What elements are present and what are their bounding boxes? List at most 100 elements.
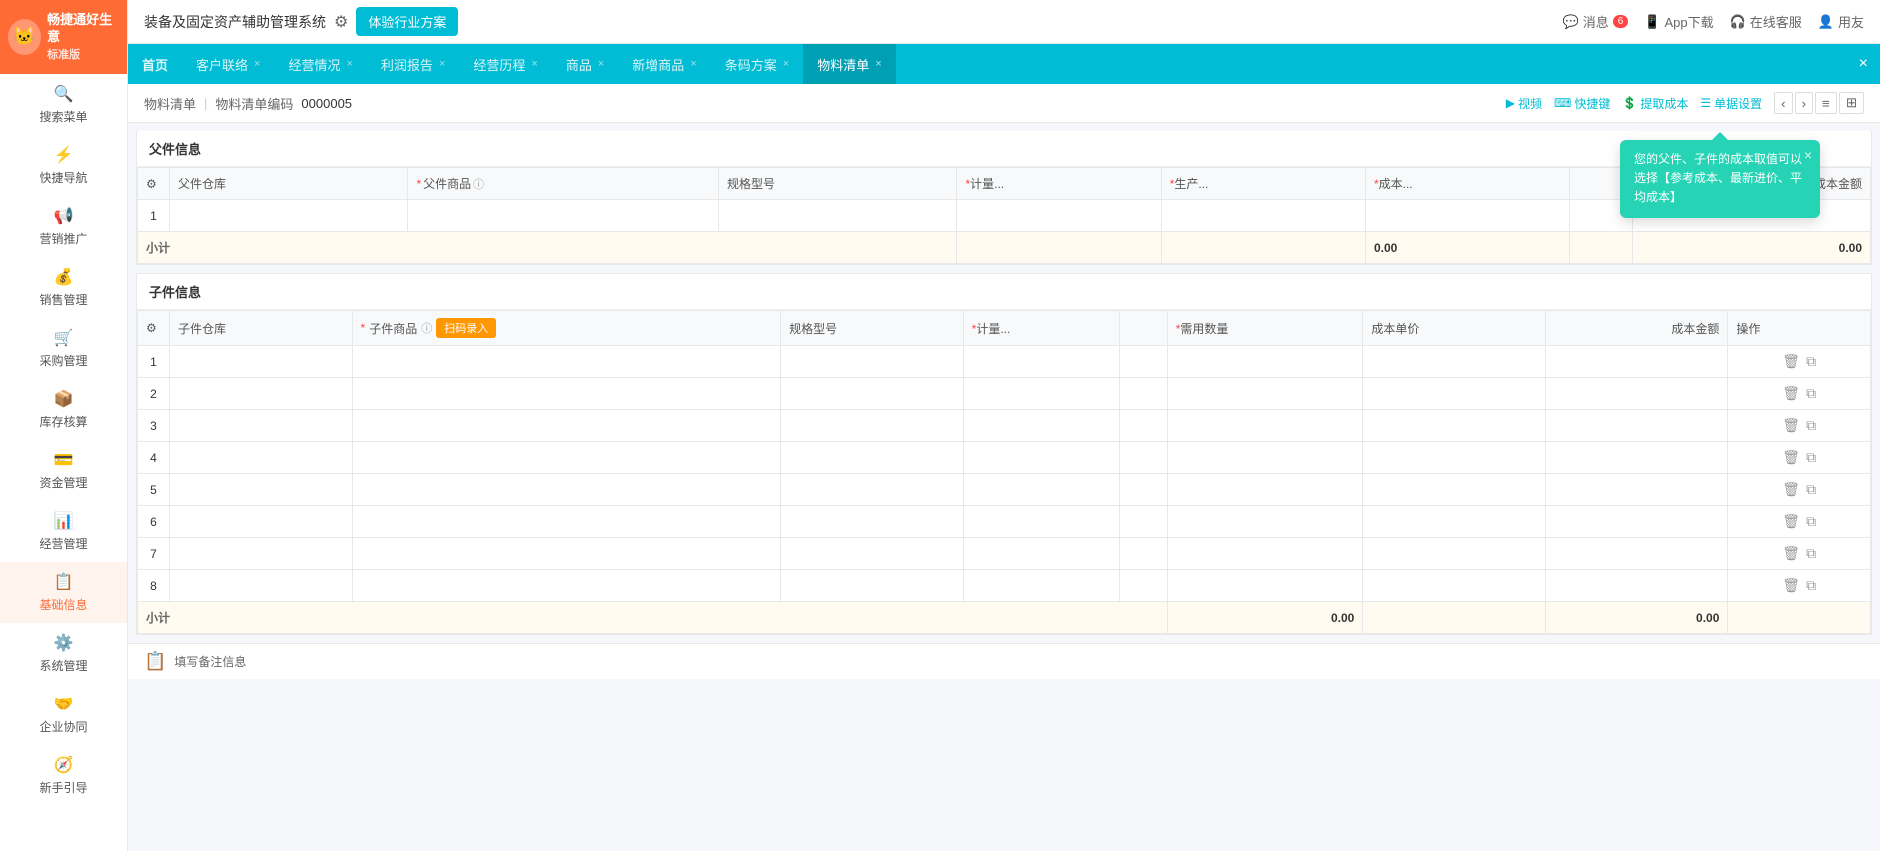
sidebar-item-sales[interactable]: 💰 销售管理	[0, 257, 127, 318]
tab-history[interactable]: 经营历程 ×	[459, 44, 551, 84]
tab-customer[interactable]: 客户联络 ×	[182, 44, 274, 84]
child-unit-cost-cell-5[interactable]	[1363, 474, 1546, 506]
child-needed-qty-cell-4[interactable]	[1167, 442, 1363, 474]
delete-icon-4[interactable]: 🗑	[1782, 449, 1800, 466]
child-spec-cell-8[interactable]	[781, 570, 964, 602]
child-product-cell-2[interactable]	[352, 378, 781, 410]
next-record-button[interactable]: ›	[1795, 92, 1813, 114]
child-product-cell-8[interactable]	[352, 570, 781, 602]
extract-cost-action[interactable]: 💲 提取成本	[1622, 95, 1688, 112]
tab-bom[interactable]: 物料清单 ×	[803, 44, 895, 84]
prev-record-button[interactable]: ‹	[1774, 92, 1792, 114]
user-avatar[interactable]: 👤 用友	[1818, 12, 1864, 31]
copy-icon-5[interactable]: ⧉	[1806, 481, 1816, 498]
copy-icon-7[interactable]: ⧉	[1806, 545, 1816, 562]
close-operation-tab[interactable]: ×	[346, 58, 352, 70]
copy-icon-8[interactable]: ⧉	[1806, 577, 1816, 594]
child-spec-cell-4[interactable]	[781, 442, 964, 474]
close-history-tab[interactable]: ×	[531, 58, 537, 70]
sidebar-item-quick-nav[interactable]: ⚡ 快捷导航	[0, 135, 127, 196]
child-product-cell-1[interactable]	[352, 346, 781, 378]
child-qty-cell-8[interactable]	[963, 570, 1119, 602]
child-spec-cell-1[interactable]	[781, 346, 964, 378]
close-bom-tab[interactable]: ×	[875, 58, 881, 70]
child-unit-cost-cell-2[interactable]	[1363, 378, 1546, 410]
tooltip-close-button[interactable]: ×	[1804, 144, 1812, 166]
child-needed-qty-cell-6[interactable]	[1167, 506, 1363, 538]
tab-new-goods[interactable]: 新增商品 ×	[618, 44, 710, 84]
close-profit-tab[interactable]: ×	[439, 58, 445, 70]
child-warehouse-cell-2[interactable]	[170, 378, 353, 410]
sidebar-item-enterprise[interactable]: 🤝 企业协同	[0, 684, 127, 745]
tab-barcode[interactable]: 条码方案 ×	[711, 44, 803, 84]
tab-goods[interactable]: 商品 ×	[552, 44, 618, 84]
copy-icon-6[interactable]: ⧉	[1806, 513, 1816, 530]
child-spec-cell-2[interactable]	[781, 378, 964, 410]
child-settings-col[interactable]: ⚙	[138, 311, 170, 346]
sidebar-item-operation[interactable]: 📊 经营管理	[0, 501, 127, 562]
parent-warehouse-cell[interactable]	[170, 200, 408, 232]
sidebar-item-marketing[interactable]: 📢 营销推广	[0, 196, 127, 257]
child-unit-cost-cell-1[interactable]	[1363, 346, 1546, 378]
settings-button[interactable]: ⚙	[334, 12, 348, 32]
info-icon[interactable]: ⓘ	[473, 176, 484, 192]
online-service-button[interactable]: 🎧 在线客服	[1730, 12, 1802, 31]
sidebar-item-inventory[interactable]: 📦 库存核算	[0, 379, 127, 440]
child-needed-qty-cell-1[interactable]	[1167, 346, 1363, 378]
sidebar-item-system[interactable]: ⚙️ 系统管理	[0, 623, 127, 684]
child-spec-cell-6[interactable]	[781, 506, 964, 538]
delete-icon-5[interactable]: 🗑	[1782, 481, 1800, 498]
child-spec-cell-5[interactable]	[781, 474, 964, 506]
close-barcode-tab[interactable]: ×	[783, 58, 789, 70]
child-unit-cost-cell-3[interactable]	[1363, 410, 1546, 442]
child-unit-cost-cell-4[interactable]	[1363, 442, 1546, 474]
child-qty-cell-5[interactable]	[963, 474, 1119, 506]
copy-icon-1[interactable]: ⧉	[1806, 353, 1816, 370]
child-unit-cost-cell-7[interactable]	[1363, 538, 1546, 570]
child-qty-cell-7[interactable]	[963, 538, 1119, 570]
experience-button[interactable]: 体验行业方案	[356, 7, 458, 36]
messages-button[interactable]: 💬 消息 6	[1563, 12, 1629, 31]
child-spec-cell-3[interactable]	[781, 410, 964, 442]
sidebar-item-purchase[interactable]: 🛒 采购管理	[0, 318, 127, 379]
child-warehouse-cell-3[interactable]	[170, 410, 353, 442]
child-needed-qty-cell-3[interactable]	[1167, 410, 1363, 442]
tab-close-all-button[interactable]: ×	[1847, 55, 1880, 73]
expand-button[interactable]: ≡	[1815, 92, 1837, 114]
sidebar-item-search[interactable]: 🔍 搜索菜单	[0, 74, 127, 135]
child-product-cell-7[interactable]	[352, 538, 781, 570]
tab-home[interactable]: 首页	[128, 44, 182, 84]
child-product-cell-3[interactable]	[352, 410, 781, 442]
delete-icon-8[interactable]: 🗑	[1782, 577, 1800, 594]
delete-icon-3[interactable]: 🗑	[1782, 417, 1800, 434]
tab-profit[interactable]: 利润报告 ×	[367, 44, 459, 84]
child-unit-cost-cell-8[interactable]	[1363, 570, 1546, 602]
parent-cost-cell[interactable]	[1365, 200, 1569, 232]
video-action[interactable]: ▶ 视频	[1506, 95, 1542, 112]
parent-product-cell[interactable]	[408, 200, 719, 232]
child-unit-cost-cell-6[interactable]	[1363, 506, 1546, 538]
delete-icon-7[interactable]: 🗑	[1782, 545, 1800, 562]
child-warehouse-cell-5[interactable]	[170, 474, 353, 506]
child-qty-cell-3[interactable]	[963, 410, 1119, 442]
single-settings-action[interactable]: ☰ 单据设置	[1700, 95, 1762, 112]
child-qty-cell-1[interactable]	[963, 346, 1119, 378]
copy-icon-3[interactable]: ⧉	[1806, 417, 1816, 434]
close-new-goods-tab[interactable]: ×	[690, 58, 696, 70]
tab-operation[interactable]: 经营情况 ×	[274, 44, 366, 84]
child-warehouse-cell-7[interactable]	[170, 538, 353, 570]
child-qty-cell-4[interactable]	[963, 442, 1119, 474]
note-icon[interactable]: 📋	[144, 651, 166, 672]
child-qty-cell-6[interactable]	[963, 506, 1119, 538]
delete-icon-1[interactable]: 🗑	[1782, 353, 1800, 370]
close-customer-tab[interactable]: ×	[254, 58, 260, 70]
child-needed-qty-cell-8[interactable]	[1167, 570, 1363, 602]
child-warehouse-cell-1[interactable]	[170, 346, 353, 378]
delete-icon-2[interactable]: 🗑	[1782, 385, 1800, 402]
parent-prod-cell[interactable]	[1161, 200, 1365, 232]
child-warehouse-cell-4[interactable]	[170, 442, 353, 474]
child-warehouse-cell-8[interactable]	[170, 570, 353, 602]
sidebar-item-guide[interactable]: 🧭 新手引导	[0, 745, 127, 806]
child-needed-qty-cell-2[interactable]	[1167, 378, 1363, 410]
child-needed-qty-cell-7[interactable]	[1167, 538, 1363, 570]
